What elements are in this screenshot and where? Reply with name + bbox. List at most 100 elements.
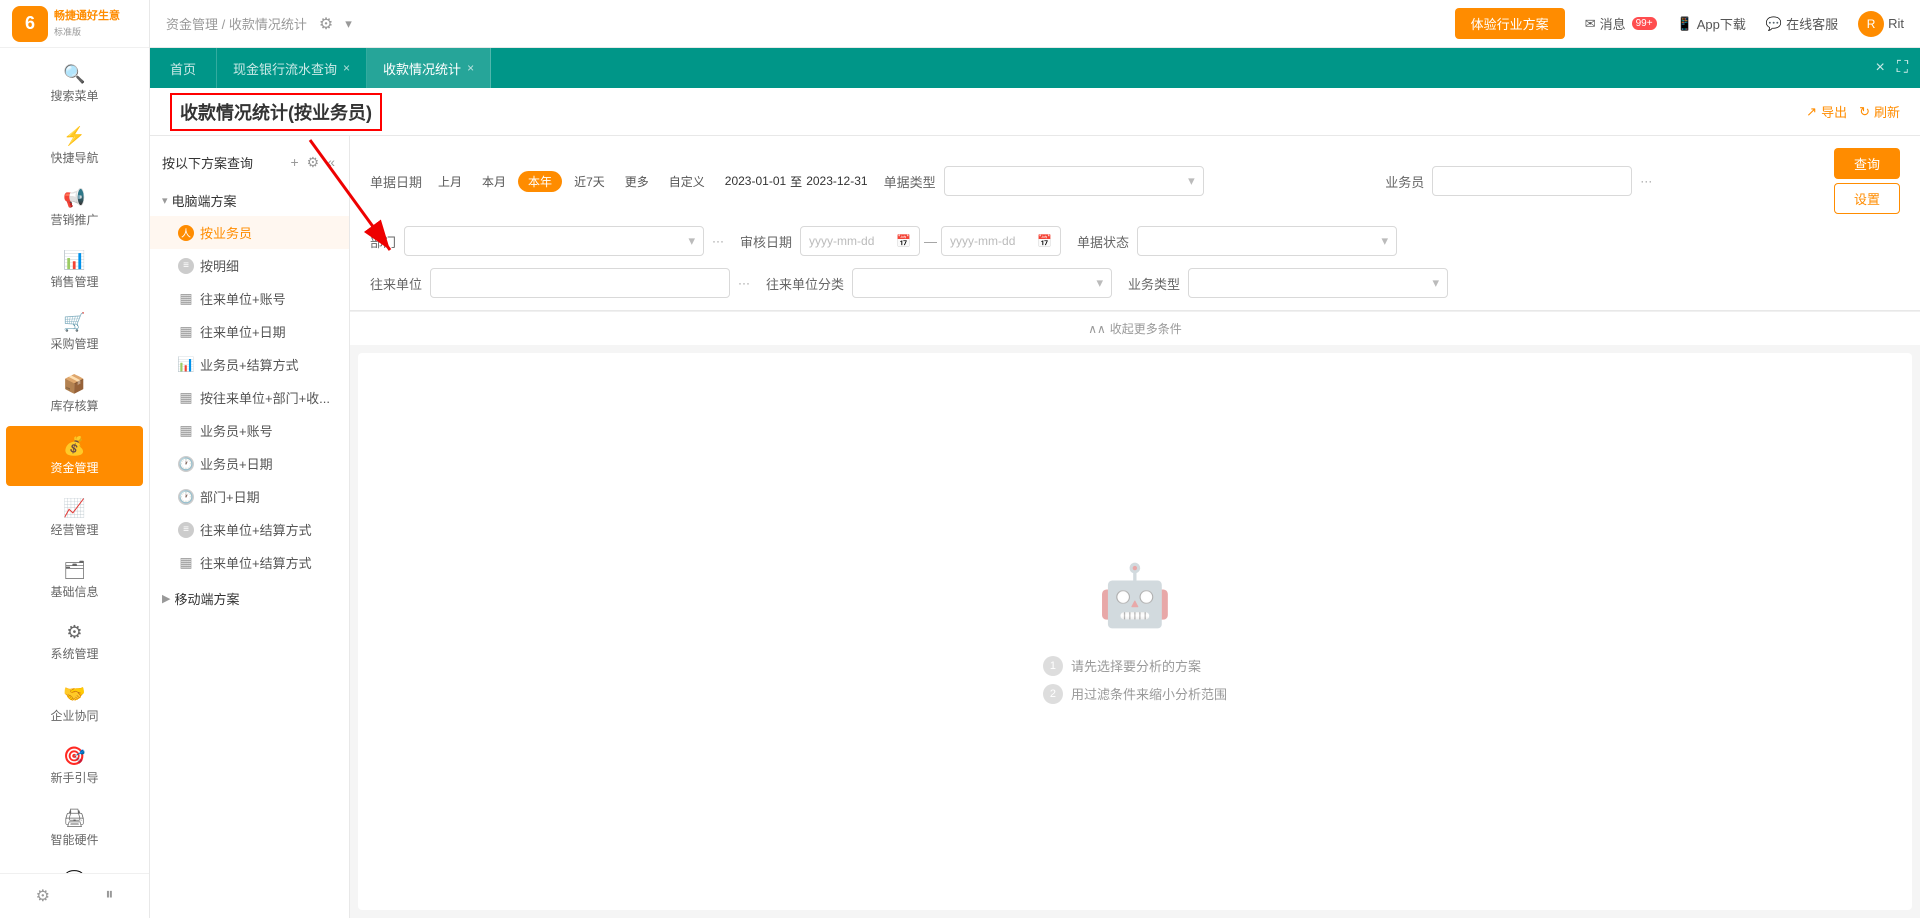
nav-item-quick-nav[interactable]: ⚡ 快捷导航 bbox=[6, 116, 143, 176]
filter-biz-type-select[interactable]: ▾ bbox=[1188, 268, 1448, 298]
search-icon: 🔍 bbox=[63, 64, 85, 85]
nav-item-guide[interactable]: 🎯 新手引导 bbox=[6, 736, 143, 796]
filter-bill-status-item: 单据状态 ▾ bbox=[1077, 226, 1397, 256]
nav-item-purchase[interactable]: 🛒 采购管理 bbox=[6, 302, 143, 362]
logo-icon: 6 bbox=[12, 6, 48, 42]
scheme-collapse-btn[interactable]: « bbox=[325, 152, 337, 173]
date-btn-more[interactable]: 更多 bbox=[617, 171, 657, 192]
date-btn-last-month[interactable]: 上月 bbox=[430, 171, 470, 192]
section-desktop-title: 电脑端方案 bbox=[172, 191, 237, 210]
filter-partner-category-select[interactable]: ▾ bbox=[852, 268, 1112, 298]
app-container: 6 畅捷通好生意 标准版 🔍 搜索菜单 ⚡ 快捷导航 📢 营销推广 📊 销售管理 bbox=[0, 0, 1920, 918]
scheme-item-by-partner-date[interactable]: ▦ 往来单位+日期 bbox=[150, 315, 349, 348]
scheme-item-by-partner-settle2[interactable]: ▦ 往来单位+结算方式 bbox=[150, 546, 349, 579]
partner-more-btn[interactable]: ··· bbox=[738, 276, 750, 290]
tab-bank-flow[interactable]: 现金银行流水查询 × bbox=[217, 48, 367, 88]
refresh-btn[interactable]: ↻ 刷新 bbox=[1859, 102, 1900, 121]
filter-doc-type-select[interactable]: ▾ bbox=[944, 166, 1204, 196]
scheme-item-by-salesperson-settle[interactable]: 📊 业务员+结算方式 bbox=[150, 348, 349, 381]
date-btn-custom[interactable]: 自定义 bbox=[661, 171, 713, 192]
filter-partner-select[interactable] bbox=[430, 268, 730, 298]
filter-doc-type-label: 单据类型 bbox=[884, 172, 936, 191]
messages-btn[interactable]: ✉ 消息 99+ bbox=[1585, 14, 1657, 33]
scheme-item-label-salesperson: 按业务员 bbox=[200, 223, 252, 242]
scheme-item-label-detail: 按明细 bbox=[200, 256, 239, 275]
topbar-settings-icon[interactable]: ⚙ bbox=[319, 14, 333, 34]
messages-badge: 99+ bbox=[1632, 17, 1657, 30]
scheme-item-icon-partner-settle1: ≡ bbox=[178, 522, 194, 538]
filter-dept-select[interactable]: ▾ bbox=[404, 226, 704, 256]
filter-date-quick-group: 上月 本月 本年 近7天 更多 自定义 bbox=[430, 171, 713, 192]
query-btn[interactable]: 查询 bbox=[1834, 148, 1900, 179]
breadcrumb-text: 资金管理 / 收款情况统计 bbox=[166, 14, 307, 33]
tab-receipt-stats-close[interactable]: × bbox=[467, 61, 474, 75]
date-btn-this-month[interactable]: 本月 bbox=[474, 171, 514, 192]
nav-item-sales[interactable]: 📊 销售管理 bbox=[6, 240, 143, 300]
main-area: 资金管理 / 收款情况统计 ⚙ ▾ 体验行业方案 ✉ 消息 99+ 📱 App下… bbox=[150, 0, 1920, 918]
nav-item-inventory[interactable]: 📦 库存核算 bbox=[6, 364, 143, 424]
nav-item-basic[interactable]: 🗂 基础信息 bbox=[6, 550, 143, 610]
tab-receipt-stats-label: 收款情况统计 bbox=[383, 59, 461, 78]
logo-text-area: 畅捷通好生意 标准版 bbox=[54, 9, 120, 38]
scheme-section-desktop-header[interactable]: ▾ 电脑端方案 bbox=[150, 185, 349, 216]
scheme-item-by-partner-settle1[interactable]: ≡ 往来单位+结算方式 bbox=[150, 513, 349, 546]
scheme-item-by-detail[interactable]: ≡ 按明细 bbox=[150, 249, 349, 282]
scheme-item-icon-dept-date: 🕐 bbox=[178, 489, 194, 505]
nav-label-operation: 经营管理 bbox=[50, 521, 98, 538]
scheme-settings-btn[interactable]: ⚙ bbox=[305, 152, 322, 173]
export-label: 导出 bbox=[1821, 102, 1847, 121]
trial-btn[interactable]: 体验行业方案 bbox=[1455, 8, 1565, 39]
filter-settings-btn[interactable]: 设置 bbox=[1834, 183, 1900, 214]
sidebar-settings-btn[interactable]: ⚙ bbox=[32, 882, 54, 910]
nav-label-search: 搜索菜单 bbox=[50, 87, 98, 104]
nav-item-system[interactable]: ⚙ 系统管理 bbox=[6, 612, 143, 672]
nav-item-hardware[interactable]: 🖨 智能硬件 bbox=[6, 798, 143, 858]
dept-more-btn[interactable]: ··· bbox=[712, 234, 724, 248]
date-btn-this-year[interactable]: 本年 bbox=[518, 171, 562, 192]
empty-icon: 🤖 bbox=[1095, 560, 1175, 640]
scheme-item-icon-salesperson-account: ▦ bbox=[178, 423, 194, 439]
user-avatar[interactable]: R Rit bbox=[1858, 11, 1904, 37]
nav-item-corp[interactable]: 🤝 企业协同 bbox=[6, 674, 143, 734]
topbar-dropdown-icon[interactable]: ▾ bbox=[345, 16, 352, 32]
nav-item-marketing[interactable]: 📢 营销推广 bbox=[6, 178, 143, 238]
app-download-btn[interactable]: 📱 App下载 bbox=[1677, 14, 1746, 33]
collapse-btn[interactable]: ∧∧ 收起更多条件 bbox=[350, 311, 1920, 345]
filter-biz-type-item: 业务类型 ▾ bbox=[1128, 268, 1448, 298]
filter-bill-status-select[interactable]: ▾ bbox=[1137, 226, 1397, 256]
sidebar-nav: 🔍 搜索菜单 ⚡ 快捷导航 📢 营销推广 📊 销售管理 🛒 采购管理 📦 bbox=[0, 48, 149, 873]
salesperson-more-btn[interactable]: ··· bbox=[1640, 174, 1652, 188]
filter-biz-type-label: 业务类型 bbox=[1128, 274, 1180, 293]
sales-icon: 📊 bbox=[63, 250, 85, 271]
sidebar-collapse-btn[interactable]: ⏸ bbox=[101, 882, 117, 910]
nav-item-wechat[interactable]: 💬 企业微信 bbox=[6, 860, 143, 873]
nav-item-finance[interactable]: 💰 资金管理 bbox=[6, 426, 143, 486]
section-mobile-arrow: ▶ bbox=[162, 592, 170, 605]
corp-icon: 🤝 bbox=[63, 684, 85, 705]
scheme-item-by-partner-dept-recv[interactable]: ▦ 按往来单位+部门+收... bbox=[150, 381, 349, 414]
online-service-btn[interactable]: 💬 在线客服 bbox=[1766, 14, 1838, 33]
inventory-icon: 📦 bbox=[63, 374, 85, 395]
nav-item-search[interactable]: 🔍 搜索菜单 bbox=[6, 54, 143, 114]
filter-date-item: 单据日期 上月 本月 本年 近7天 更多 自定义 2023-01-01 bbox=[370, 171, 868, 192]
nav-item-operation[interactable]: 📈 经营管理 bbox=[6, 488, 143, 548]
tab-close-all-btn[interactable]: × bbox=[1871, 55, 1888, 81]
scheme-item-by-partner-account[interactable]: ▦ 往来单位+账号 bbox=[150, 282, 349, 315]
tab-fullscreen-btn[interactable]: ⛶ bbox=[1893, 55, 1912, 81]
scheme-section-mobile-header[interactable]: ▶ 移动端方案 bbox=[150, 583, 349, 614]
export-btn[interactable]: ↗ 导出 bbox=[1806, 102, 1847, 121]
date-btn-7days[interactable]: 近7天 bbox=[566, 171, 613, 192]
audit-date-from[interactable]: yyyy-mm-dd 📅 bbox=[800, 226, 920, 256]
scheme-item-by-salesperson-date[interactable]: 🕐 业务员+日期 bbox=[150, 447, 349, 480]
audit-date-to[interactable]: yyyy-mm-dd 📅 bbox=[941, 226, 1061, 256]
empty-tip-2: 2 用过滤条件来缩小分析范围 bbox=[1043, 684, 1227, 704]
scheme-item-by-dept-date[interactable]: 🕐 部门+日期 bbox=[150, 480, 349, 513]
tab-home[interactable]: 首页 bbox=[150, 48, 217, 88]
tab-bank-flow-close[interactable]: × bbox=[343, 61, 350, 75]
filter-salesperson-select[interactable] bbox=[1432, 166, 1632, 196]
scheme-item-by-salesperson-account[interactable]: ▦ 业务员+账号 bbox=[150, 414, 349, 447]
filter-partner-item: 往来单位 ··· bbox=[370, 268, 750, 298]
scheme-add-btn[interactable]: + bbox=[288, 152, 300, 173]
tab-receipt-stats[interactable]: 收款情况统计 × bbox=[367, 48, 491, 88]
scheme-item-by-salesperson[interactable]: 人 按业务员 bbox=[150, 216, 349, 249]
